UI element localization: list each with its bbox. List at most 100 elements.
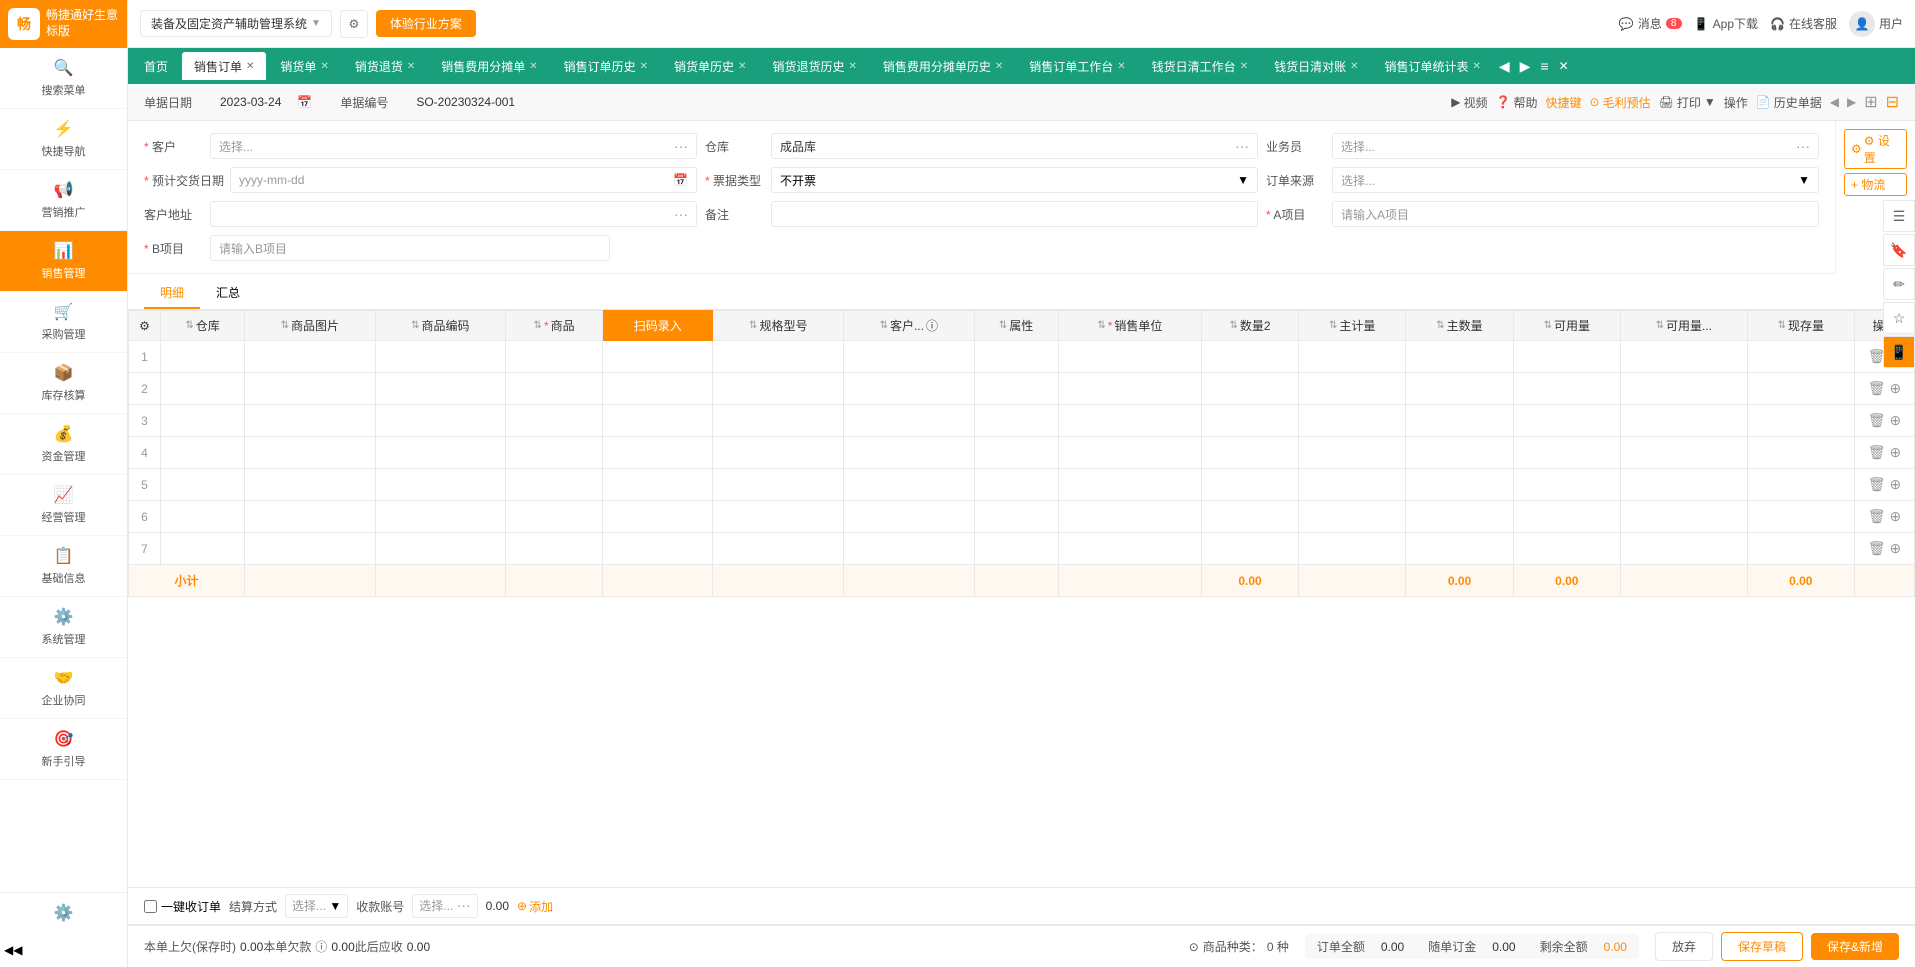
row-available[interactable] <box>1513 437 1620 469</box>
row-main-qty[interactable] <box>1406 373 1513 405</box>
row-code[interactable] <box>375 437 506 469</box>
sidebar-item-search[interactable]: 🔍 搜索菜单 <box>0 48 127 109</box>
user-menu[interactable]: 👤 用户 <box>1849 11 1903 37</box>
row-main-unit[interactable] <box>1299 373 1406 405</box>
a-project-input[interactable]: 请输入A项目 <box>1332 201 1819 227</box>
row-customer-code[interactable] <box>844 469 975 501</box>
tab-close-icon[interactable]: ✕ <box>246 61 254 72</box>
row-current[interactable] <box>1747 341 1854 373</box>
tab-close-icon[interactable]: ✕ <box>529 61 537 72</box>
row-current[interactable] <box>1747 533 1854 565</box>
tab-detail[interactable]: 明细 <box>144 278 200 309</box>
row-qty2[interactable] <box>1202 533 1299 565</box>
row-spec[interactable] <box>713 501 844 533</box>
float-edit-btn[interactable]: ✏ <box>1883 268 1915 300</box>
goods-btn[interactable]: + 物流 <box>1844 173 1907 196</box>
address-input[interactable]: ··· <box>210 201 697 227</box>
one-click-checkbox-input[interactable] <box>144 900 157 913</box>
row-main-unit[interactable] <box>1299 533 1406 565</box>
tab-close-icon[interactable]: ✕ <box>1240 61 1248 72</box>
sidebar-item-marketing[interactable]: 📢 营销推广 <box>0 170 127 231</box>
tab-close-icon[interactable]: ✕ <box>738 61 746 72</box>
online-service-btn[interactable]: 🎧 在线客服 <box>1770 15 1837 32</box>
float-phone-btn[interactable]: 📱 <box>1883 336 1915 368</box>
invoice-select[interactable]: 不开票 ▼ <box>771 167 1258 193</box>
row-scan[interactable] <box>603 341 713 373</box>
tab-expense-history[interactable]: 销售费用分摊单历史 ✕ <box>871 52 1015 80</box>
row-code[interactable] <box>375 341 506 373</box>
row-current[interactable] <box>1747 405 1854 437</box>
row-scan[interactable] <box>603 373 713 405</box>
sidebar-item-purchase[interactable]: 🛒 采购管理 <box>0 292 127 353</box>
row-warehouse[interactable] <box>161 405 245 437</box>
row-copy-btn[interactable]: ⊕ <box>1890 412 1902 429</box>
row-attr[interactable] <box>974 341 1058 373</box>
row-spec[interactable] <box>713 405 844 437</box>
row-code[interactable] <box>375 533 506 565</box>
row-qty2[interactable] <box>1202 437 1299 469</box>
row-customer-code[interactable] <box>844 405 975 437</box>
tab-sales-order[interactable]: 销售订单 ✕ <box>182 52 266 80</box>
row-available2[interactable] <box>1620 501 1747 533</box>
row-unit[interactable] <box>1058 405 1201 437</box>
row-scan[interactable] <box>603 405 713 437</box>
tab-close-icon[interactable]: ✕ <box>640 61 648 72</box>
row-name[interactable] <box>506 469 603 501</box>
row-unit[interactable] <box>1058 501 1201 533</box>
row-attr[interactable] <box>974 437 1058 469</box>
tab-close-icon[interactable]: ✕ <box>995 61 1003 72</box>
row-qty2[interactable] <box>1202 341 1299 373</box>
history-nav-next[interactable]: ▶ <box>1847 95 1856 109</box>
operation-btn[interactable]: 操作 <box>1724 94 1748 111</box>
settlement-select[interactable]: 选择... ▼ <box>285 894 348 918</box>
row-warehouse[interactable] <box>161 469 245 501</box>
row-current[interactable] <box>1747 437 1854 469</box>
row-main-qty[interactable] <box>1406 469 1513 501</box>
add-btn[interactable]: ⊕ 添加 <box>517 898 553 915</box>
row-available2[interactable] <box>1620 469 1747 501</box>
row-main-qty[interactable] <box>1406 341 1513 373</box>
row-current[interactable] <box>1747 469 1854 501</box>
row-delete-btn[interactable]: 🗑 <box>1868 444 1886 461</box>
row-attr[interactable] <box>974 533 1058 565</box>
warehouse-input[interactable]: 成品库 ··· <box>771 133 1258 159</box>
row-delete-btn[interactable]: 🗑 <box>1868 540 1886 557</box>
row-qty2[interactable] <box>1202 469 1299 501</box>
col-setting[interactable]: ⚙ <box>129 311 161 341</box>
row-warehouse[interactable] <box>161 533 245 565</box>
row-main-unit[interactable] <box>1299 405 1406 437</box>
order-source-select[interactable]: 选择... ▼ <box>1332 167 1819 193</box>
system-selector[interactable]: 装备及固定资产辅助管理系统 ▼ <box>140 10 332 37</box>
row-warehouse[interactable] <box>161 373 245 405</box>
row-available2[interactable] <box>1620 533 1747 565</box>
expand-icon[interactable]: ⊞ <box>1864 92 1877 112</box>
row-spec[interactable] <box>713 373 844 405</box>
sidebar-item-guide[interactable]: 🎯 新手引导 <box>0 719 127 780</box>
row-customer-code[interactable] <box>844 437 975 469</box>
row-spec[interactable] <box>713 341 844 373</box>
row-copy-btn[interactable]: ⊕ <box>1890 476 1902 493</box>
save-new-btn[interactable]: 保存&新增 <box>1811 933 1899 960</box>
float-bookmark-btn[interactable]: 🔖 <box>1883 234 1915 266</box>
profit-btn[interactable]: ⊙ 毛利预估 <box>1590 94 1651 111</box>
row-delete-btn[interactable]: 🗑 <box>1868 380 1886 397</box>
sidebar-item-inventory[interactable]: 📦 库存核算 <box>0 353 127 414</box>
row-warehouse[interactable] <box>161 341 245 373</box>
row-image[interactable] <box>245 501 376 533</box>
tab-daily-reconcile[interactable]: 钱货日清对账 ✕ <box>1262 52 1370 80</box>
delivery-input[interactable]: yyyy-mm-dd 📅 <box>230 167 697 193</box>
row-delete-btn[interactable]: 🗑 <box>1868 476 1886 493</box>
remark-input[interactable] <box>771 201 1258 227</box>
sidebar-item-finance[interactable]: 💰 资金管理 <box>0 414 127 475</box>
tab-statistics[interactable]: 销售订单统计表 ✕ <box>1372 52 1492 80</box>
history-btn[interactable]: 📄 历史单据 <box>1756 94 1822 111</box>
row-main-unit[interactable] <box>1299 469 1406 501</box>
row-customer-code[interactable] <box>844 501 975 533</box>
customer-input[interactable]: 选择... ··· <box>210 133 697 159</box>
row-main-unit[interactable] <box>1299 341 1406 373</box>
help-btn[interactable]: ❓ 帮助 <box>1496 94 1538 111</box>
message-btn[interactable]: 💬 消息 8 <box>1619 15 1682 32</box>
row-attr[interactable] <box>974 373 1058 405</box>
sidebar-item-quick-nav[interactable]: ⚡ 快捷导航 <box>0 109 127 170</box>
row-qty2[interactable] <box>1202 405 1299 437</box>
